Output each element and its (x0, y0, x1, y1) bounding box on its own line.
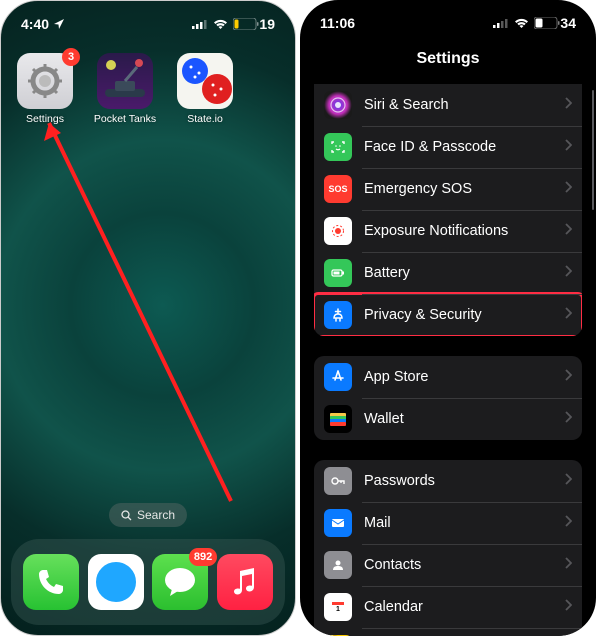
row-battery[interactable]: Battery (314, 252, 582, 294)
row-wallet[interactable]: Wallet (314, 398, 582, 440)
safari-icon (88, 554, 144, 610)
battery-percent: 34 (560, 15, 576, 31)
search-button[interactable]: Search (109, 503, 187, 527)
chevron-right-icon (564, 306, 572, 324)
battery-row-icon (324, 259, 352, 287)
row-label: Wallet (364, 411, 564, 427)
phone-icon (23, 554, 79, 610)
wifi-icon (213, 19, 228, 30)
key-icon (324, 467, 352, 495)
row-label: App Store (364, 369, 564, 385)
row-mail[interactable]: Mail (314, 502, 582, 544)
chevron-right-icon (564, 368, 572, 386)
row-exposure[interactable]: Exposure Notifications (314, 210, 582, 252)
app-label: State.io (187, 113, 223, 125)
siri-icon (324, 91, 352, 119)
chevron-right-icon (564, 410, 572, 428)
row-contacts[interactable]: Contacts (314, 544, 582, 586)
row-label: Contacts (364, 557, 564, 573)
app-settings[interactable]: 3 Settings (15, 53, 75, 125)
app-state-io[interactable]: State.io (175, 53, 235, 125)
settings-group: Passwords Mail Contacts 1 Calendar Notes (314, 460, 582, 636)
signal-icon (192, 19, 208, 29)
row-sos[interactable]: SOS Emergency SOS (314, 168, 582, 210)
faceid-icon (324, 133, 352, 161)
dock-phone[interactable] (22, 554, 80, 610)
settings-group: App Store Wallet (314, 356, 582, 440)
pocket-tanks-icon (97, 53, 153, 109)
row-label: Exposure Notifications (364, 223, 564, 239)
row-faceid[interactable]: Face ID & Passcode (314, 126, 582, 168)
settings-group: Siri & Search Face ID & Passcode SOS Eme… (314, 84, 582, 336)
status-bar: 11:06 34 (300, 0, 596, 40)
notes-icon (324, 635, 352, 636)
dock: 892 (11, 539, 285, 625)
page-title: Settings (300, 40, 596, 84)
row-label: Privacy & Security (364, 307, 564, 323)
settings-screen: 11:06 34 Settings Siri & Search (300, 0, 596, 636)
battery-icon: 19 (233, 16, 275, 32)
location-icon (53, 18, 65, 30)
chevron-right-icon (564, 180, 572, 198)
chevron-right-icon (564, 96, 572, 114)
app-pocket-tanks[interactable]: Pocket Tanks (95, 53, 155, 125)
row-notes[interactable]: Notes (314, 628, 582, 636)
calendar-icon: 1 (324, 593, 352, 621)
dock-messages[interactable]: 892 (151, 554, 209, 610)
exposure-icon (324, 217, 352, 245)
row-label: Calendar (364, 599, 564, 615)
scroll-indicator[interactable] (592, 90, 595, 210)
row-calendar[interactable]: 1 Calendar (314, 586, 582, 628)
mail-icon (324, 509, 352, 537)
sos-icon: SOS (324, 175, 352, 203)
status-bar: 4:40 19 (1, 1, 295, 41)
row-passwords[interactable]: Passwords (314, 460, 582, 502)
settings-list[interactable]: Siri & Search Face ID & Passcode SOS Eme… (300, 84, 596, 636)
row-appstore[interactable]: App Store (314, 356, 582, 398)
contacts-icon (324, 551, 352, 579)
row-label: Face ID & Passcode (364, 139, 564, 155)
badge: 3 (62, 48, 80, 66)
row-label: Emergency SOS (364, 181, 564, 197)
signal-icon (493, 18, 509, 28)
chevron-right-icon (564, 264, 572, 282)
chevron-right-icon (564, 514, 572, 532)
home-screen: 4:40 19 3 Settings (0, 0, 296, 636)
row-label: Battery (364, 265, 564, 281)
wifi-icon (514, 18, 529, 29)
chevron-right-icon (564, 222, 572, 240)
chevron-right-icon (564, 598, 572, 616)
battery-icon: 34 (534, 15, 576, 31)
status-time: 4:40 (21, 16, 49, 32)
svg-text:1: 1 (336, 606, 340, 613)
appstore-icon (324, 363, 352, 391)
row-label: Siri & Search (364, 97, 564, 113)
chevron-right-icon (564, 138, 572, 156)
row-siri[interactable]: Siri & Search (314, 84, 582, 126)
app-label: Settings (26, 113, 64, 125)
search-icon (121, 510, 132, 521)
music-icon (217, 554, 273, 610)
app-grid: 3 Settings Pocket Tanks State.io (1, 41, 295, 125)
row-privacy[interactable]: Privacy & Security (314, 294, 582, 336)
app-label: Pocket Tanks (94, 113, 156, 125)
search-label: Search (137, 508, 175, 522)
badge: 892 (189, 548, 217, 566)
status-time: 11:06 (320, 15, 355, 31)
dock-safari[interactable] (87, 554, 145, 610)
state-io-icon (177, 53, 233, 109)
wallet-icon (324, 405, 352, 433)
battery-percent: 19 (259, 16, 275, 32)
chevron-right-icon (564, 472, 572, 490)
row-label: Mail (364, 515, 564, 531)
dock-music[interactable] (216, 554, 274, 610)
privacy-icon (324, 301, 352, 329)
row-label: Passwords (364, 473, 564, 489)
chevron-right-icon (564, 556, 572, 574)
